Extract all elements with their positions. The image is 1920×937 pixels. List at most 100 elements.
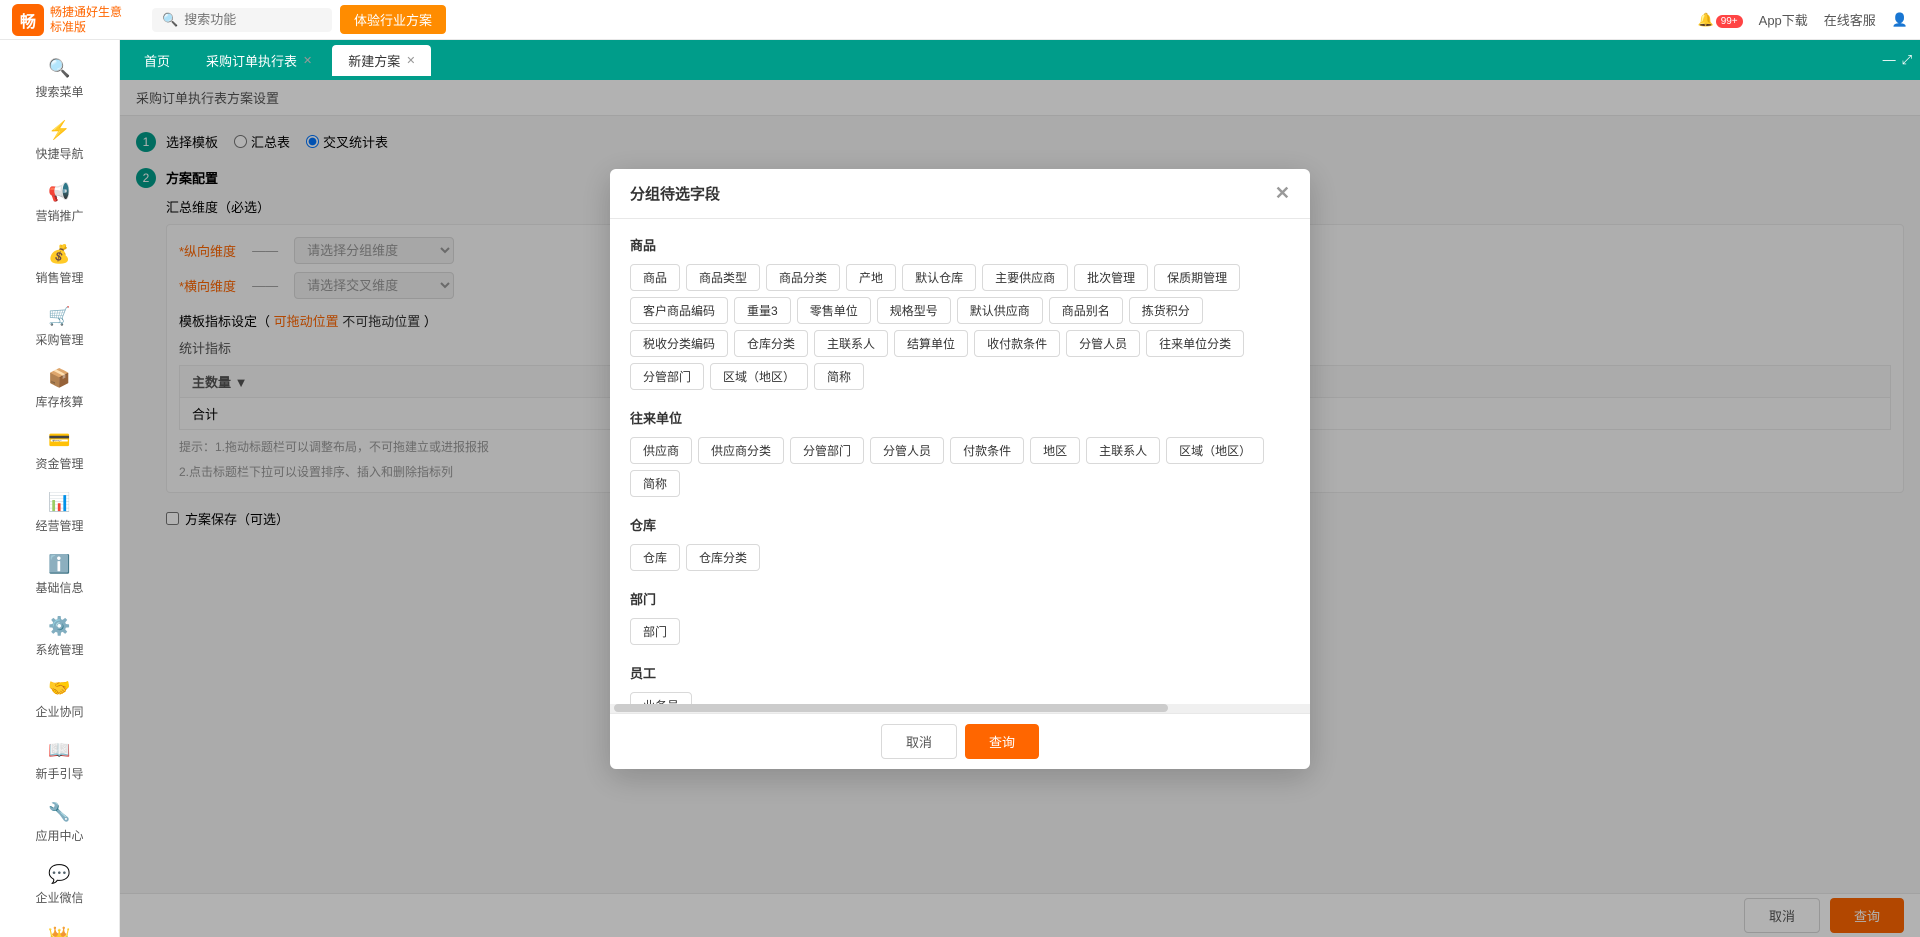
modal-body: 商品 商品 商品类型 商品分类 产地 默认仓库 主要供应商 批次管理 保质期管理… [610, 219, 1310, 704]
field-tag[interactable]: 主要供应商 [982, 264, 1068, 291]
tab-expand[interactable]: ⤢ [1902, 52, 1912, 68]
field-tag[interactable]: 部门 [630, 618, 680, 645]
finance-icon: 💳 [48, 430, 70, 451]
sidebar-item-member[interactable]: 👑 畅会员 [0, 916, 119, 937]
sidebar-item-finance[interactable]: 💳 资金管理 [0, 420, 119, 482]
field-tag[interactable]: 重量3 [734, 297, 791, 324]
field-tag[interactable]: 分管部门 [790, 437, 864, 464]
field-tag[interactable]: 仓库 [630, 544, 680, 571]
sidebar-item-wechat[interactable]: 💬 企业微信 [0, 854, 119, 916]
sidebar-item-label: 营销推广 [35, 207, 83, 224]
logo-text: 畅捷通好生意 标准版 [50, 5, 122, 34]
field-tag[interactable]: 商品分类 [766, 264, 840, 291]
section-goods-tags: 商品 商品类型 商品分类 产地 默认仓库 主要供应商 批次管理 保质期管理 客户… [630, 264, 1290, 390]
scrollbar-thumb[interactable] [614, 704, 1168, 712]
field-tag[interactable]: 保质期管理 [1154, 264, 1240, 291]
tab-home[interactable]: 首页 [128, 45, 186, 76]
tab-minimize[interactable]: — [1883, 52, 1896, 68]
field-tag[interactable]: 供应商分类 [698, 437, 784, 464]
sidebar-item-marketing[interactable]: 📢 营销推广 [0, 172, 119, 234]
member-icon: 👑 [48, 926, 70, 937]
sidebar-item-label: 新手引导 [35, 765, 83, 782]
field-tag[interactable]: 默认供应商 [957, 297, 1043, 324]
sidebar-item-appcenter[interactable]: 🔧 应用中心 [0, 792, 119, 854]
sidebar-item-enterprise[interactable]: 🤝 企业协同 [0, 668, 119, 730]
field-tag[interactable]: 主联系人 [814, 330, 888, 357]
field-tag[interactable]: 客户商品编码 [630, 297, 728, 324]
app-download-link[interactable]: App下载 [1759, 10, 1808, 29]
field-tag[interactable]: 主联系人 [1086, 437, 1160, 464]
search-box[interactable]: 🔍 [152, 8, 332, 32]
field-tag[interactable]: 简称 [630, 470, 680, 497]
field-tag[interactable]: 商品类型 [686, 264, 760, 291]
sidebar-item-label: 应用中心 [35, 827, 83, 844]
tab-purchase-order[interactable]: 采购订单执行表 ✕ [190, 45, 328, 76]
online-service-link[interactable]: 在线客服 [1824, 10, 1876, 29]
system-icon: ⚙️ [48, 616, 70, 637]
field-tag[interactable]: 批次管理 [1074, 264, 1148, 291]
field-tag[interactable]: 默认仓库 [902, 264, 976, 291]
management-icon: 📊 [48, 492, 70, 513]
tab-purchase-close[interactable]: ✕ [303, 54, 312, 67]
field-tag[interactable]: 区域（地区） [1166, 437, 1264, 464]
field-tag[interactable]: 供应商 [630, 437, 692, 464]
enterprise-icon: 🤝 [48, 678, 70, 699]
field-tag[interactable]: 分管人员 [870, 437, 944, 464]
modal-footer: 取消 查询 [610, 713, 1310, 769]
section-employee-title: 员工 [630, 663, 1290, 682]
section-partner-title: 往来单位 [630, 408, 1290, 427]
field-tag[interactable]: 分管人员 [1066, 330, 1140, 357]
search-menu-icon: 🔍 [48, 58, 70, 79]
tab-newplan-close[interactable]: ✕ [406, 54, 415, 67]
sidebar-item-label: 搜索菜单 [35, 83, 83, 100]
sidebar-item-purchase[interactable]: 🛒 采购管理 [0, 296, 119, 358]
confirm-button[interactable]: 查询 [965, 724, 1039, 759]
field-tag[interactable]: 税收分类编码 [630, 330, 728, 357]
tab-purchase-label: 采购订单执行表 [206, 51, 297, 70]
sidebar-item-basicinfo[interactable]: ℹ️ 基础信息 [0, 544, 119, 606]
avatar[interactable]: 👤 [1892, 12, 1908, 28]
topbar: 畅 畅捷通好生意 标准版 🔍 体验行业方案 🔔99+ App下载 在线客服 👤 [0, 0, 1920, 40]
field-tag[interactable]: 业务员 [630, 692, 692, 704]
section-department-title: 部门 [630, 589, 1290, 608]
sidebar-item-sales[interactable]: 💰 销售管理 [0, 234, 119, 296]
field-tag[interactable]: 商品别名 [1049, 297, 1123, 324]
sidebar-item-inventory[interactable]: 📦 库存核算 [0, 358, 119, 420]
experience-button[interactable]: 体验行业方案 [332, 5, 446, 34]
field-tag[interactable]: 拣货积分 [1129, 297, 1203, 324]
field-tag[interactable]: 付款条件 [950, 437, 1024, 464]
field-tag[interactable]: 结算单位 [894, 330, 968, 357]
field-tag[interactable]: 仓库分类 [734, 330, 808, 357]
sidebar-item-system[interactable]: ⚙️ 系统管理 [0, 606, 119, 668]
field-tag[interactable]: 区域（地区） [710, 363, 808, 390]
basicinfo-icon: ℹ️ [48, 554, 70, 575]
marketing-icon: 📢 [48, 182, 70, 203]
sidebar-item-search[interactable]: 🔍 搜索菜单 [0, 48, 119, 110]
field-tag[interactable]: 收付款条件 [974, 330, 1060, 357]
cancel-button[interactable]: 取消 [881, 724, 957, 759]
section-partner: 往来单位 供应商 供应商分类 分管部门 分管人员 付款条件 地区 主联系人 区域… [630, 408, 1290, 497]
sidebar-item-management[interactable]: 📊 经营管理 [0, 482, 119, 544]
inventory-icon: 📦 [48, 368, 70, 389]
field-tag[interactable]: 产地 [846, 264, 896, 291]
field-tag[interactable]: 简称 [814, 363, 864, 390]
search-input[interactable] [184, 12, 304, 27]
field-tag[interactable]: 往来单位分类 [1146, 330, 1244, 357]
field-tag[interactable]: 地区 [1030, 437, 1080, 464]
field-tag[interactable]: 零售单位 [797, 297, 871, 324]
sidebar-item-quicknav[interactable]: ⚡ 快捷导航 [0, 110, 119, 172]
field-tag[interactable]: 商品 [630, 264, 680, 291]
search-icon: 🔍 [162, 12, 178, 28]
modal-close-button[interactable]: ✕ [1275, 183, 1290, 204]
notification-bell[interactable]: 🔔99+ [1698, 12, 1743, 28]
sidebar-item-label: 企业微信 [35, 889, 83, 906]
modal-scrollbar[interactable] [610, 704, 1310, 713]
sidebar-item-label: 采购管理 [35, 331, 83, 348]
guide-icon: 📖 [48, 740, 70, 761]
field-tag[interactable]: 规格型号 [877, 297, 951, 324]
field-tag[interactable]: 分管部门 [630, 363, 704, 390]
section-goods-title: 商品 [630, 235, 1290, 254]
field-tag[interactable]: 仓库分类 [686, 544, 760, 571]
tab-new-plan[interactable]: 新建方案 ✕ [332, 45, 431, 76]
sidebar-item-guide[interactable]: 📖 新手引导 [0, 730, 119, 792]
